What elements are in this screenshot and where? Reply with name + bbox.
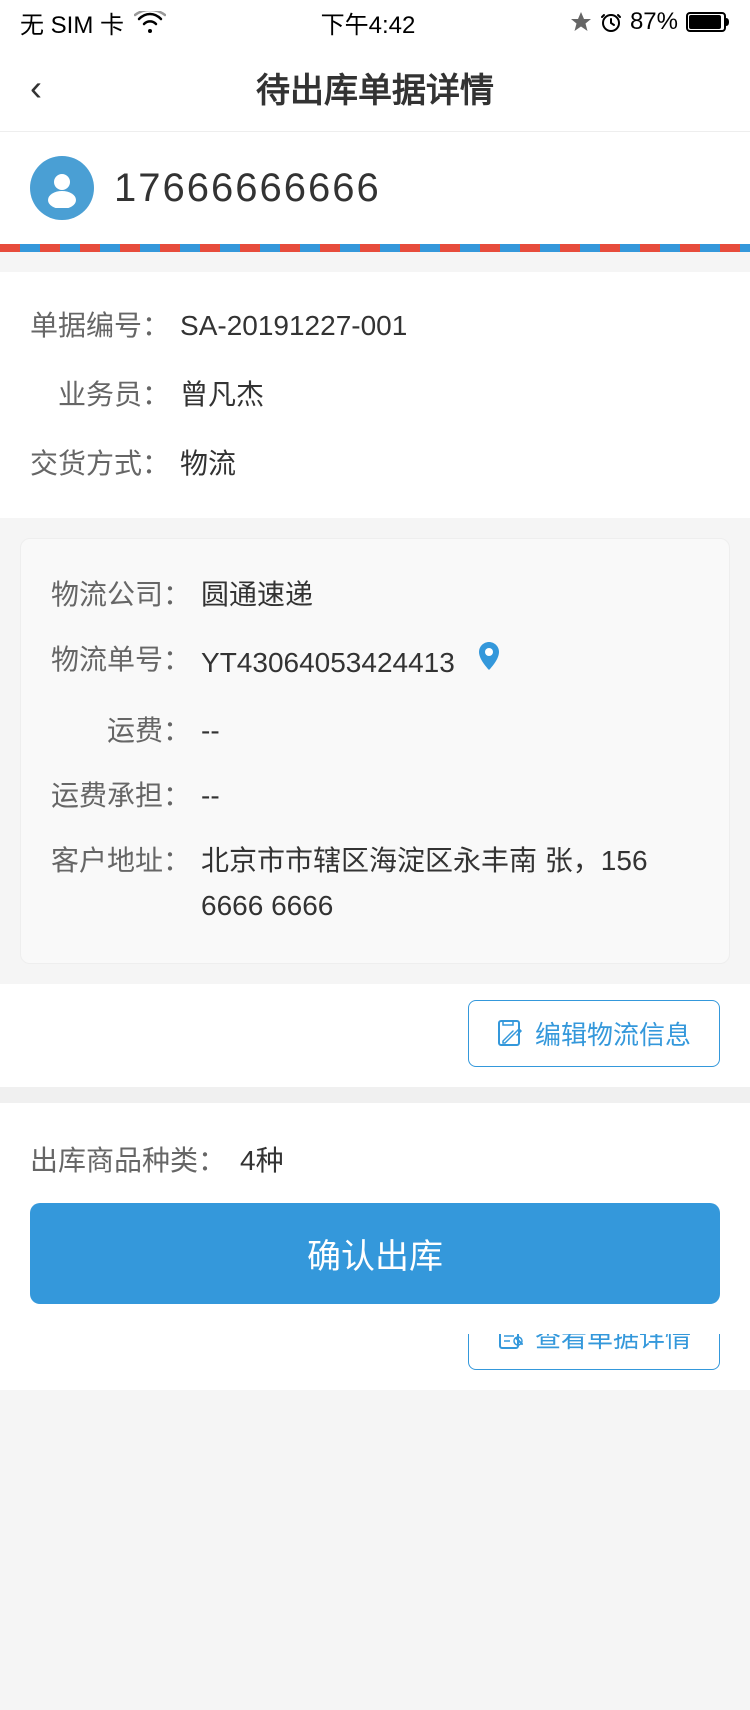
user-header: 17666666666 <box>0 132 750 244</box>
freight-label: 运费： <box>51 709 191 754</box>
logistics-company-value: 圆通速递 <box>201 573 699 618</box>
delivery-method-row: 交货方式： 物流 <box>30 430 720 499</box>
tracking-no-value: YT43064053424413 <box>201 638 699 689</box>
edit-icon <box>497 1019 525 1047</box>
order-no-row: 单据编号： SA-20191227-001 <box>30 292 720 361</box>
status-bar-left: 无 SIM 卡 <box>20 5 166 40</box>
edit-logistics-button[interactable]: 编辑物流信息 <box>468 1000 720 1067</box>
basic-info-section: 单据编号： SA-20191227-001 业务员： 曾凡杰 交货方式： 物流 <box>0 272 750 518</box>
delivery-method-label: 交货方式： <box>30 442 170 487</box>
order-no-label: 单据编号： <box>30 304 170 349</box>
battery-text: 87% <box>630 8 678 36</box>
address-label: 客户地址： <box>51 839 191 884</box>
alarm-icon <box>600 11 622 33</box>
back-button[interactable]: ‹ <box>30 67 42 109</box>
status-bar: 无 SIM 卡 下午4:42 87% <box>0 0 750 44</box>
user-avatar <box>30 156 94 220</box>
user-phone: 17666666666 <box>114 166 381 211</box>
goods-type-value: 4种 <box>240 1139 284 1179</box>
time-text: 下午4:42 <box>321 5 416 40</box>
nav-bar: ‹ 待出库单据详情 <box>0 44 750 132</box>
dashed-divider <box>0 244 750 252</box>
goods-type-row: 出库商品种类： 4种 <box>30 1123 720 1195</box>
map-pin-icon[interactable] <box>471 638 507 689</box>
sales-person-value: 曾凡杰 <box>180 373 720 418</box>
logistics-company-row: 物流公司： 圆通速递 <box>51 563 699 628</box>
goods-type-label: 出库商品种类： <box>30 1139 230 1179</box>
tracking-no-row: 物流单号： YT43064053424413 <box>51 628 699 699</box>
freight-bearer-value: -- <box>201 774 699 819</box>
delivery-method-value: 物流 <box>180 442 720 487</box>
person-icon <box>42 168 82 208</box>
location-service-icon <box>570 11 592 33</box>
edit-btn-label: 编辑物流信息 <box>535 1015 691 1052</box>
order-no-value: SA-20191227-001 <box>180 304 720 349</box>
address-value: 北京市市辖区海淀区永丰南 张，156 6666 6666 <box>201 839 699 929</box>
bottom-spacer <box>0 1390 750 1590</box>
page-title: 待出库单据详情 <box>256 63 494 112</box>
logistics-card: 物流公司： 圆通速递 物流单号： YT43064053424413 运费： -- <box>20 538 730 963</box>
battery-icon <box>686 11 730 33</box>
carrier-text: 无 SIM 卡 <box>20 5 124 40</box>
tracking-no-label: 物流单号： <box>51 638 191 683</box>
address-row: 客户地址： 北京市市辖区海淀区永丰南 张，156 6666 6666 <box>51 829 699 939</box>
sales-person-row: 业务员： 曾凡杰 <box>30 361 720 430</box>
confirm-outbound-button[interactable]: 确认出库 <box>30 1203 720 1304</box>
logistics-company-label: 物流公司： <box>51 573 191 618</box>
section-divider <box>0 1087 750 1103</box>
sales-person-label: 业务员： <box>30 373 170 418</box>
freight-bearer-label: 运费承担： <box>51 774 191 819</box>
freight-row: 运费： -- <box>51 699 699 764</box>
status-bar-right: 87% <box>570 8 730 36</box>
confirm-btn-container: 确认出库 <box>0 1187 750 1334</box>
wifi-icon <box>134 11 166 33</box>
freight-value: -- <box>201 709 699 754</box>
edit-btn-row: 编辑物流信息 <box>0 984 750 1087</box>
freight-bearer-row: 运费承担： -- <box>51 764 699 829</box>
